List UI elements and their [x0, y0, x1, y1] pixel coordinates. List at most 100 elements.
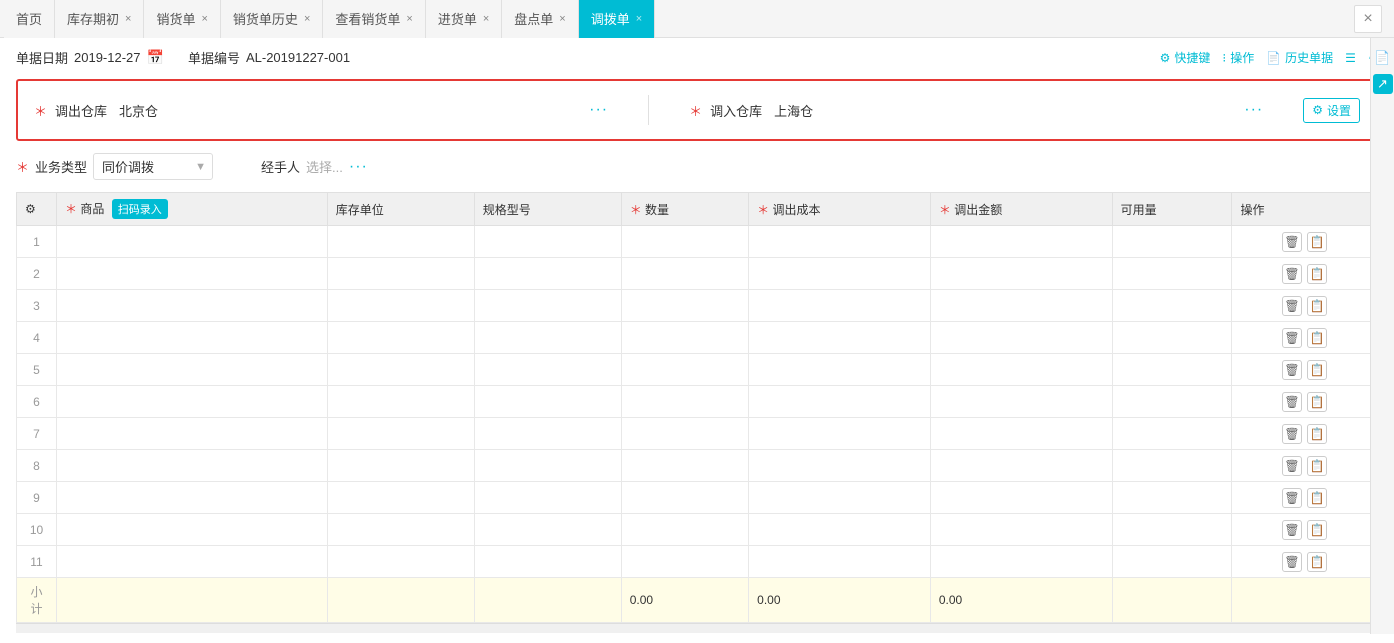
row-qty[interactable] — [621, 418, 748, 450]
copy-icon[interactable]: 📋 — [1307, 552, 1327, 572]
row-unit[interactable] — [327, 322, 474, 354]
tab-close-stocktake[interactable]: × — [559, 13, 565, 25]
row-cost[interactable] — [749, 226, 931, 258]
row-amount[interactable] — [930, 418, 1112, 450]
row-goods[interactable] — [57, 450, 328, 482]
row-unit[interactable] — [327, 546, 474, 578]
row-unit[interactable] — [327, 354, 474, 386]
tab-stocktake[interactable]: 盘点单 × — [502, 0, 578, 38]
copy-icon[interactable]: 📋 — [1307, 456, 1327, 476]
row-goods[interactable] — [57, 258, 328, 290]
row-available[interactable] — [1112, 514, 1232, 546]
row-qty[interactable] — [621, 354, 748, 386]
operations-link[interactable]: ⁝ 操作 — [1222, 49, 1254, 66]
delete-icon[interactable]: 🗑 — [1282, 296, 1302, 316]
row-unit[interactable] — [327, 226, 474, 258]
row-qty[interactable] — [621, 322, 748, 354]
tab-close-purchase-order[interactable]: × — [483, 13, 489, 25]
tab-home[interactable]: 首页 — [4, 0, 55, 38]
row-qty[interactable] — [621, 514, 748, 546]
row-spec[interactable] — [474, 482, 621, 514]
warehouse-out-more-button[interactable]: ··· — [589, 101, 608, 119]
row-amount[interactable] — [930, 450, 1112, 482]
delete-icon[interactable]: 🗑 — [1282, 552, 1302, 572]
row-goods[interactable] — [57, 354, 328, 386]
row-goods[interactable] — [57, 386, 328, 418]
row-spec[interactable] — [474, 258, 621, 290]
row-amount[interactable] — [930, 354, 1112, 386]
row-unit[interactable] — [327, 450, 474, 482]
copy-icon[interactable]: 📋 — [1307, 232, 1327, 252]
settings-button[interactable]: ⚙ 设置 — [1303, 98, 1360, 123]
row-amount[interactable] — [930, 386, 1112, 418]
row-unit[interactable] — [327, 482, 474, 514]
row-spec[interactable] — [474, 546, 621, 578]
delete-icon[interactable]: 🗑 — [1282, 520, 1302, 540]
row-available[interactable] — [1112, 418, 1232, 450]
copy-icon[interactable]: 📋 — [1307, 360, 1327, 380]
row-cost[interactable] — [749, 514, 931, 546]
tab-inventory-init[interactable]: 库存期初 × — [55, 0, 144, 38]
row-amount[interactable] — [930, 322, 1112, 354]
row-spec[interactable] — [474, 514, 621, 546]
side-document-icon[interactable]: 📄 — [1373, 48, 1393, 68]
business-type-select[interactable]: 同价调拨 ▼ — [93, 153, 213, 180]
row-unit[interactable] — [327, 386, 474, 418]
row-goods[interactable] — [57, 546, 328, 578]
tab-close-transfer[interactable]: × — [636, 13, 642, 25]
tab-close-sales-history[interactable]: × — [304, 13, 310, 25]
row-cost[interactable] — [749, 322, 931, 354]
row-amount[interactable] — [930, 226, 1112, 258]
tab-purchase-order[interactable]: 进货单 × — [426, 0, 502, 38]
delete-icon[interactable]: 🗑 — [1282, 392, 1302, 412]
row-qty[interactable] — [621, 386, 748, 418]
row-spec[interactable] — [474, 386, 621, 418]
scan-input-button[interactable]: 扫码录入 — [112, 199, 168, 219]
row-available[interactable] — [1112, 450, 1232, 482]
calendar-icon[interactable]: 📅 — [147, 49, 164, 66]
row-qty[interactable] — [621, 226, 748, 258]
row-amount[interactable] — [930, 290, 1112, 322]
row-amount[interactable] — [930, 546, 1112, 578]
tab-close-sales-order[interactable]: × — [201, 13, 207, 25]
row-cost[interactable] — [749, 546, 931, 578]
row-qty[interactable] — [621, 546, 748, 578]
row-unit[interactable] — [327, 290, 474, 322]
side-expand-icon[interactable]: ↗ — [1373, 74, 1393, 94]
horizontal-scrollbar[interactable] — [16, 623, 1378, 633]
table-gear-icon[interactable]: ⚙ — [25, 202, 36, 216]
delete-icon[interactable]: 🗑 — [1282, 232, 1302, 252]
row-cost[interactable] — [749, 418, 931, 450]
copy-icon[interactable]: 📋 — [1307, 392, 1327, 412]
row-available[interactable] — [1112, 226, 1232, 258]
row-goods[interactable] — [57, 482, 328, 514]
row-cost[interactable] — [749, 258, 931, 290]
row-unit[interactable] — [327, 418, 474, 450]
copy-icon[interactable]: 📋 — [1307, 520, 1327, 540]
row-cost[interactable] — [749, 482, 931, 514]
copy-icon[interactable]: 📋 — [1307, 424, 1327, 444]
delete-icon[interactable]: 🗑 — [1282, 424, 1302, 444]
history-link[interactable]: 📄 历史单据 — [1266, 49, 1333, 66]
row-goods[interactable] — [57, 322, 328, 354]
layout-toggle-list[interactable]: ☰ — [1345, 51, 1356, 65]
row-unit[interactable] — [327, 514, 474, 546]
tab-sales-order[interactable]: 销货单 × — [144, 0, 220, 38]
window-close-button[interactable]: × — [1354, 5, 1382, 33]
tab-sales-history[interactable]: 销货单历史 × — [221, 0, 323, 38]
delete-icon[interactable]: 🗑 — [1282, 456, 1302, 476]
row-qty[interactable] — [621, 258, 748, 290]
row-amount[interactable] — [930, 258, 1112, 290]
row-spec[interactable] — [474, 226, 621, 258]
delete-icon[interactable]: 🗑 — [1282, 328, 1302, 348]
row-available[interactable] — [1112, 546, 1232, 578]
row-amount[interactable] — [930, 514, 1112, 546]
delete-icon[interactable]: 🗑 — [1282, 488, 1302, 508]
row-goods[interactable] — [57, 418, 328, 450]
row-spec[interactable] — [474, 450, 621, 482]
row-available[interactable] — [1112, 290, 1232, 322]
row-goods[interactable] — [57, 290, 328, 322]
handler-select[interactable]: 选择... — [306, 157, 343, 176]
row-goods[interactable] — [57, 226, 328, 258]
delete-icon[interactable]: 🗑 — [1282, 360, 1302, 380]
